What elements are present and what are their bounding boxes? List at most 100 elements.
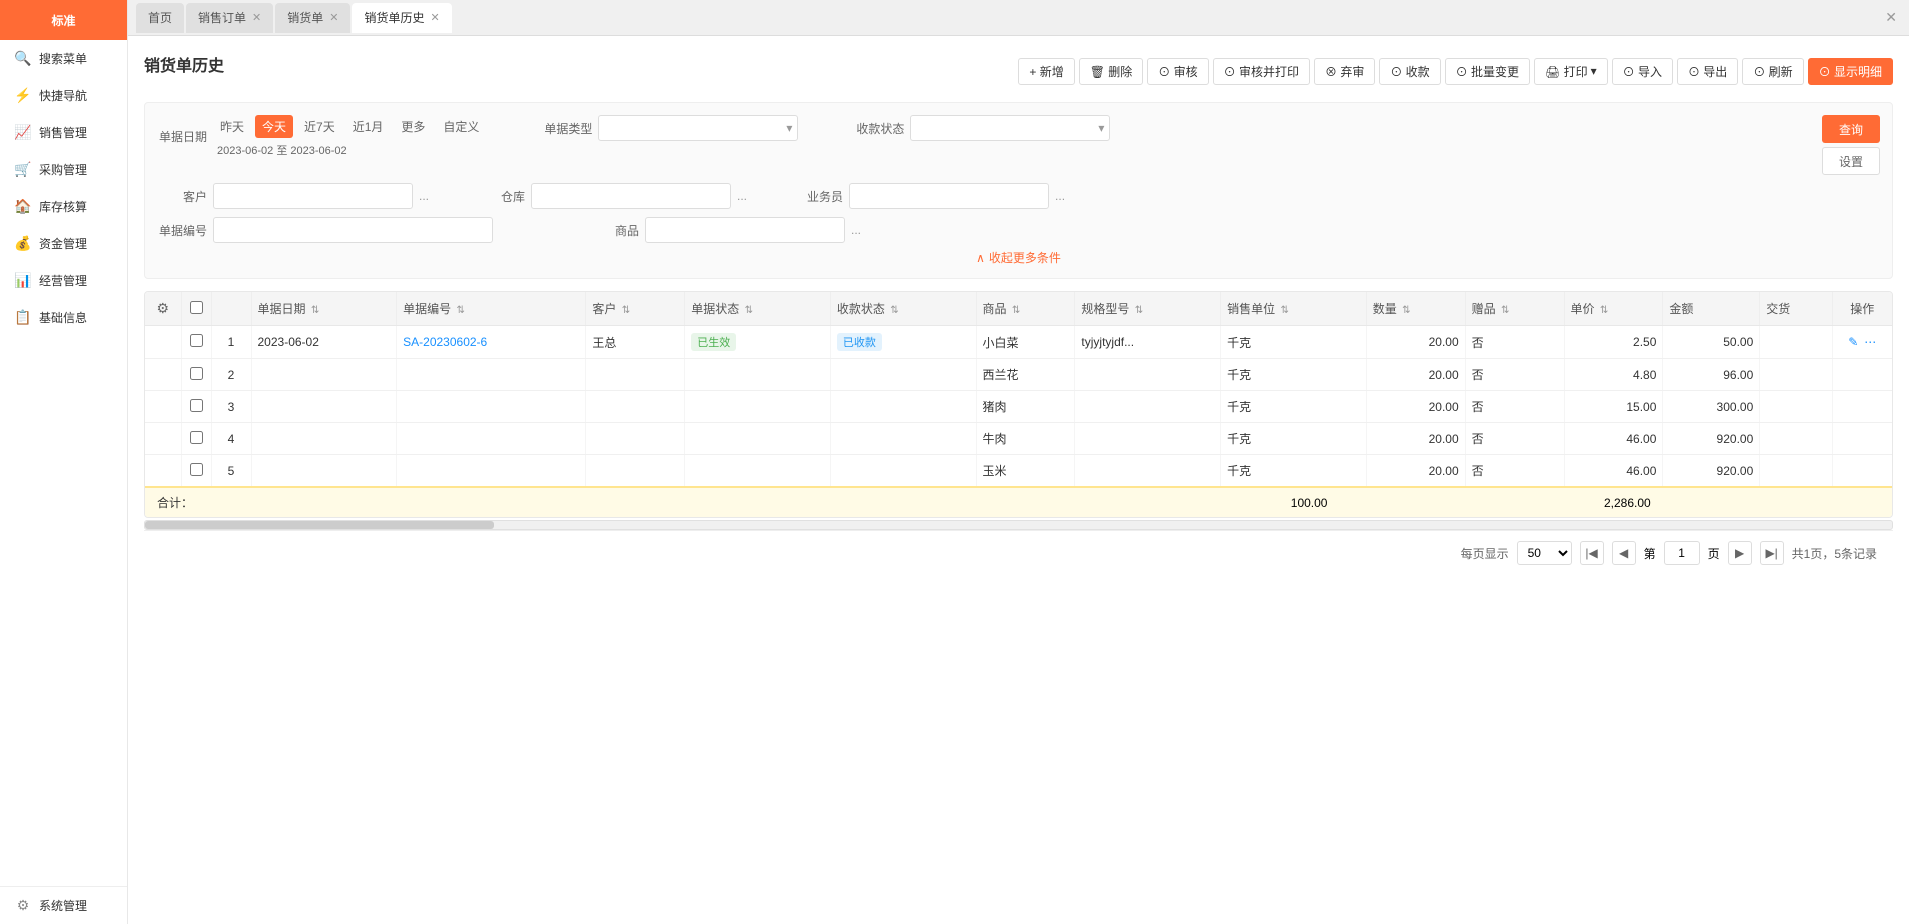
warehouse-dots[interactable]: ... (737, 189, 747, 203)
print-button[interactable]: 🖨 打印 ▾ (1534, 58, 1608, 85)
row-doc-no (397, 359, 586, 391)
col-qty[interactable]: 数量 ⇅ (1366, 292, 1465, 326)
sidebar-item-label: 搜索菜单 (39, 50, 87, 67)
import-button[interactable]: ⊙ 导入 (1612, 58, 1673, 85)
sidebar-item-inventory-calc[interactable]: 🏠 库存核算 (0, 188, 127, 225)
row-select-checkbox[interactable] (190, 334, 203, 347)
7days-btn[interactable]: 近7天 (297, 115, 342, 138)
col-unit[interactable]: 销售单位 ⇅ (1221, 292, 1367, 326)
tab-label: 销货单 (287, 9, 323, 26)
payment-status-select[interactable] (910, 115, 1110, 141)
row-checkbox[interactable] (181, 359, 211, 391)
goods-dots[interactable]: ... (851, 223, 861, 237)
sidebar-item-purchase-mgmt[interactable]: 🛒 采购管理 (0, 151, 127, 188)
table-settings-icon[interactable]: ⚙ (156, 300, 169, 316)
col-spec[interactable]: 规格型号 ⇅ (1075, 292, 1221, 326)
sidebar-item-quick-nav[interactable]: ⚡ 快捷导航 (0, 77, 127, 114)
tab-close-icon[interactable]: ✕ (431, 11, 440, 24)
row-doc-no: SA-20230602-6 (397, 326, 586, 359)
sidebar-item-finance-mgmt[interactable]: 💰 资金管理 (0, 225, 127, 262)
row-select-checkbox[interactable] (190, 463, 203, 476)
delete-button[interactable]: 🗑 删除 (1079, 58, 1144, 85)
basic-icon: 📋 (15, 310, 31, 326)
new-button[interactable]: + 新增 (1018, 58, 1074, 85)
table-row: 2 西兰花 千克 20.00 否 4.80 96.00 (145, 359, 1892, 391)
row-price: 46.00 (1564, 423, 1663, 455)
sort-icon: ⇅ (1600, 305, 1608, 316)
row-no: 4 (211, 423, 251, 455)
customer-dots[interactable]: ... (419, 189, 429, 203)
doc-type-select[interactable] (598, 115, 798, 141)
goods-input[interactable] (645, 217, 845, 243)
row-checkbox[interactable] (181, 326, 211, 359)
refresh-button[interactable]: ⊙ 刷新 (1742, 58, 1803, 85)
export-button[interactable]: ⊙ 导出 (1677, 58, 1738, 85)
business-dots[interactable]: ... (1055, 189, 1065, 203)
col-doc-status[interactable]: 单据状态 ⇅ (685, 292, 831, 326)
col-gift[interactable]: 赠品 ⇅ (1465, 292, 1564, 326)
collapse-button[interactable]: ∧ 收起更多条件 (157, 249, 1880, 266)
sidebar-item-sales-mgmt[interactable]: 📈 销售管理 (0, 114, 127, 151)
customer-input[interactable] (213, 183, 413, 209)
today-btn[interactable]: 今天 (255, 115, 293, 138)
abandon-button[interactable]: ⊗ 弃审 (1314, 58, 1375, 85)
row-checkbox[interactable] (181, 455, 211, 487)
row-payment-status (830, 423, 976, 455)
row-select-checkbox[interactable] (190, 367, 203, 380)
receive-button[interactable]: ⊙ 收款 (1379, 58, 1440, 85)
tab-close-icon[interactable]: ✕ (252, 11, 261, 24)
audit-print-button[interactable]: ⊙ 审核并打印 (1213, 58, 1310, 85)
table-row: 1 2023-06-02 SA-20230602-6 王总 已生效 已收款 小白… (145, 326, 1892, 359)
custom-btn[interactable]: 自定义 (436, 115, 486, 138)
sidebar-item-sys-mgmt[interactable]: ⚙ 系统管理 (0, 887, 127, 924)
sidebar-item-ops-mgmt[interactable]: 📊 经营管理 (0, 262, 127, 299)
table-row: 3 猪肉 千克 20.00 否 15.00 300.00 (145, 391, 1892, 423)
col-doc-no[interactable]: 单据编号 ⇅ (397, 292, 586, 326)
tab-sales-delivery[interactable]: 销货单 ✕ (275, 3, 350, 33)
window-close-button[interactable]: ✕ (1881, 5, 1901, 30)
tab-sales-history[interactable]: 销货单历史 ✕ (352, 3, 451, 33)
warehouse-input[interactable] (531, 183, 731, 209)
col-price[interactable]: 单价 ⇅ (1564, 292, 1663, 326)
row-select-checkbox[interactable] (190, 399, 203, 412)
page-input[interactable] (1664, 541, 1700, 565)
show-detail-button[interactable]: ⊙ 显示明细 (1808, 58, 1893, 85)
sidebar-item-basic-info[interactable]: 📋 基础信息 (0, 299, 127, 336)
row-actions (1832, 423, 1892, 455)
tab-home[interactable]: 首页 (136, 3, 184, 33)
col-customer[interactable]: 客户 ⇅ (586, 292, 685, 326)
query-button[interactable]: 查询 (1822, 115, 1880, 143)
row-checkbox[interactable] (181, 391, 211, 423)
last-page-button[interactable]: ▶| (1760, 541, 1784, 565)
tab-close-icon[interactable]: ✕ (329, 11, 338, 24)
col-goods[interactable]: 商品 ⇅ (976, 292, 1075, 326)
next-page-button[interactable]: ▶ (1728, 541, 1752, 565)
row-select-checkbox[interactable] (190, 431, 203, 444)
sort-icon: ⇅ (1135, 305, 1143, 316)
1month-btn[interactable]: 近1月 (346, 115, 391, 138)
select-all-checkbox[interactable] (190, 301, 203, 314)
first-page-button[interactable]: |◀ (1580, 541, 1604, 565)
prev-page-button[interactable]: ◀ (1612, 541, 1636, 565)
row-customer (586, 391, 685, 423)
col-payment-status[interactable]: 收款状态 ⇅ (830, 292, 976, 326)
tab-sales-order[interactable]: 销售订单 ✕ (186, 3, 273, 33)
more-btn[interactable]: 更多 (394, 115, 432, 138)
doc-no-input[interactable] (213, 217, 493, 243)
yesterday-btn[interactable]: 昨天 (213, 115, 251, 138)
filter-section: 单据日期 昨天 今天 近7天 近1月 更多 自定义 2023-06-02 至 2… (144, 102, 1893, 279)
setting-button[interactable]: 设置 (1822, 147, 1880, 175)
sidebar-item-search-menu[interactable]: 🔍 搜索菜单 (0, 40, 127, 77)
total-pages-info: 共1页，5条记录 (1792, 545, 1877, 562)
row-checkbox[interactable] (181, 423, 211, 455)
sidebar-logo: 标准 (0, 0, 127, 40)
edit-link[interactable]: ✎ (1848, 335, 1858, 349)
col-settings[interactable]: ⚙ (145, 292, 181, 326)
col-doc-date[interactable]: 单据日期 ⇅ (251, 292, 397, 326)
business-input[interactable] (849, 183, 1049, 209)
per-page-select[interactable]: 50 100 200 (1517, 541, 1572, 565)
row-qty: 20.00 (1366, 455, 1465, 487)
batch-change-button[interactable]: ⊙ 批量变更 (1445, 58, 1530, 85)
audit-button[interactable]: ⊙ 审核 (1147, 58, 1208, 85)
more-link[interactable]: ⋯ (1864, 335, 1876, 349)
